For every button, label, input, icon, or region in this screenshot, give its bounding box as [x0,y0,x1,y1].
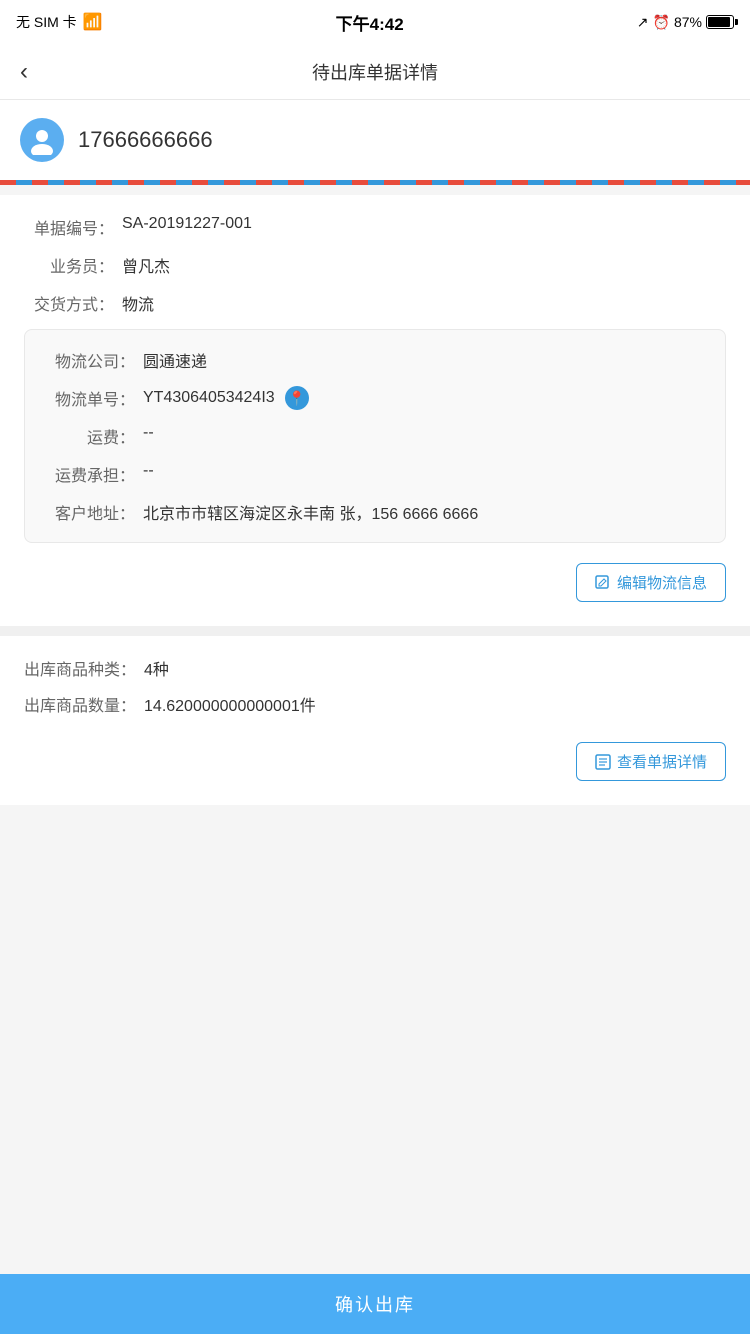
confirm-bar[interactable]: 确认出库 [0,1274,750,1334]
location-icon[interactable]: 📍 [285,386,309,410]
alarm-icon: ⏰ [653,14,670,31]
customer-section: 17666666666 [0,100,750,180]
doc-info-section: 单据编号： SA-20191227-001 业务员： 曾凡杰 交货方式： 物流 … [0,195,750,626]
doc-number-row: 单据编号： SA-20191227-001 [24,215,726,239]
logistics-tracking-row: 物流单号： YT43064053424I3 📍 [45,386,705,410]
wifi-icon: 📶 [83,12,103,32]
goods-quantity-row: 出库商品数量： 14.620000000000001件 [24,692,726,716]
freight-bearer-label: 运费承担： [45,462,135,486]
logistics-company-row: 物流公司： 圆通速递 [45,348,705,372]
map-pin: 📍 [288,390,305,407]
confirm-button-label: 确认出库 [335,1291,415,1317]
battery-text: 87% [674,14,702,30]
status-bar: 无 SIM 卡 📶 下午4:42 ↗ ⏰ 87% [0,0,750,44]
page-title: 待出库单据详情 [312,59,438,85]
tracking-number: YT43064053424I3 [143,389,275,407]
view-detail-label: 查看单据详情 [617,751,707,772]
goods-types-value: 4种 [144,656,169,680]
section-divider-1 [0,626,750,636]
doc-number-label: 单据编号： [24,215,114,239]
delivery-method-row: 交货方式： 物流 [24,291,726,315]
logistics-tracking-label: 物流单号： [45,386,135,410]
nav-bar: ‹ 待出库单据详情 [0,44,750,100]
freight-label: 运费： [45,424,135,448]
edit-logistics-label: 编辑物流信息 [617,572,707,593]
address-value: 北京市市辖区海淀区永丰南 张，156 6666 6666 [143,500,705,524]
location-icon: ↗ [637,14,649,31]
view-detail-button[interactable]: 查看单据详情 [576,742,726,781]
edit-logistics-button[interactable]: 编辑物流信息 [576,563,726,602]
delivery-method-label: 交货方式： [24,291,114,315]
page: 无 SIM 卡 📶 下午4:42 ↗ ⏰ 87% ‹ 待出库单据详情 1766 [0,0,750,1334]
view-detail-container: 查看单据详情 [24,728,726,785]
status-time: 下午4:42 [336,10,404,35]
goods-types-row: 出库商品种类： 4种 [24,656,726,680]
logistics-card: 物流公司： 圆通速递 物流单号： YT43064053424I3 📍 运费： -… [24,329,726,543]
carrier-text: 无 SIM 卡 [16,12,77,32]
edit-icon [595,575,611,591]
logistics-company-label: 物流公司： [45,348,135,372]
freight-value: -- [143,424,705,442]
battery-bar [706,15,734,29]
bottom-spacer [0,805,750,1274]
salesperson-label: 业务员： [24,253,114,277]
status-left: 无 SIM 卡 📶 [16,12,103,32]
freight-row: 运费： -- [45,424,705,448]
doc-number-value: SA-20191227-001 [122,215,726,233]
battery-fill [708,17,730,27]
avatar [20,118,64,162]
stripe-divider [0,180,750,185]
logistics-tracking-value: YT43064053424I3 📍 [143,386,705,410]
goods-section: 出库商品种类： 4种 出库商品数量： 14.620000000000001件 查… [0,636,750,805]
logistics-company-value: 圆通速递 [143,348,705,372]
address-row: 客户地址： 北京市市辖区海淀区永丰南 张，156 6666 6666 [45,500,705,524]
goods-types-label: 出库商品种类： [24,656,136,680]
battery-rect [706,15,734,29]
status-right: ↗ ⏰ 87% [637,14,734,31]
freight-bearer-value: -- [143,462,705,480]
goods-quantity-value: 14.620000000000001件 [144,692,316,716]
customer-phone: 17666666666 [78,127,213,153]
salesperson-row: 业务员： 曾凡杰 [24,253,726,277]
user-icon [27,125,57,155]
salesperson-value: 曾凡杰 [122,253,726,277]
goods-quantity-label: 出库商品数量： [24,692,136,716]
list-icon [595,754,611,770]
delivery-method-value: 物流 [122,291,726,315]
freight-bearer-row: 运费承担： -- [45,462,705,486]
address-label: 客户地址： [45,500,135,524]
back-button[interactable]: ‹ [20,60,28,84]
edit-logistics-container: 编辑物流信息 [24,553,726,606]
